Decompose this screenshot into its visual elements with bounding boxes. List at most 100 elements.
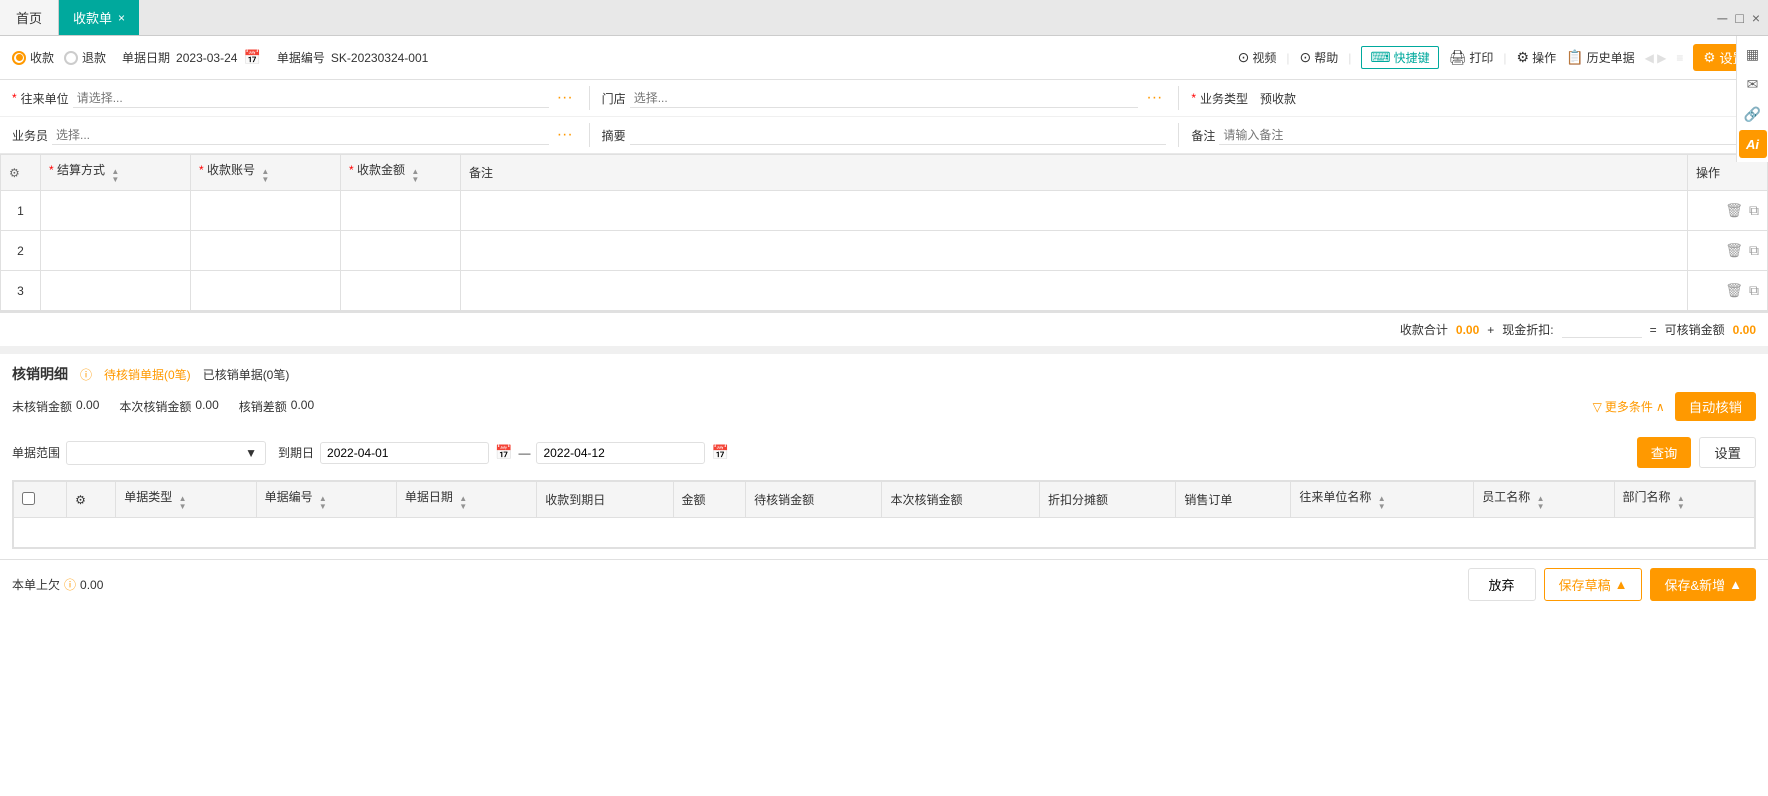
- save-dropdown-icon[interactable]: ▲: [1729, 577, 1742, 592]
- th-doc-date: 单据日期 ▲▼: [396, 482, 536, 518]
- sort-dept[interactable]: ▲▼: [1677, 495, 1685, 511]
- shop-more-btn[interactable]: ···: [1142, 89, 1166, 107]
- toolbar: 收款 退款 单据日期 2023-03-24 📅 单据编号 SK-20230324…: [0, 36, 1768, 80]
- range-label: 单据范围: [12, 444, 60, 461]
- info-icon[interactable]: ⓘ: [80, 366, 92, 383]
- dropdown-arrow-icon: ▼: [245, 446, 257, 460]
- empty-row: [14, 518, 1755, 548]
- sort-settle-icon[interactable]: ▲▼: [111, 168, 119, 184]
- sidebar-ai-icon[interactable]: Ai: [1739, 130, 1767, 158]
- staff-more-btn[interactable]: ···: [553, 126, 577, 144]
- sidebar-link-icon[interactable]: 🔗: [1739, 100, 1767, 128]
- range-select[interactable]: ▼: [66, 441, 266, 465]
- help-icon: ⊙: [1300, 49, 1312, 66]
- auto-verify-btn[interactable]: 自动核销: [1675, 392, 1756, 421]
- sort-amount-icon[interactable]: ▲▼: [411, 168, 419, 184]
- partner-more-btn[interactable]: ···: [553, 89, 577, 107]
- sort-doc-type[interactable]: ▲▼: [179, 495, 187, 511]
- date-field-group: 单据日期 2023-03-24 📅: [122, 49, 261, 66]
- info-icon-footer[interactable]: ⓘ: [64, 576, 76, 593]
- discount-input[interactable]: [1562, 322, 1642, 338]
- th-gear[interactable]: ⚙: [67, 482, 116, 518]
- footer-prev: 本单上欠 ⓘ 0.00: [12, 576, 103, 593]
- cal-from-icon[interactable]: 📅: [495, 444, 512, 461]
- result-label: 可核销金额: [1665, 321, 1725, 338]
- total-label: 收款合计: [1400, 321, 1448, 338]
- summary-input[interactable]: [630, 126, 1167, 145]
- row-2-ops: 🗑 ⧉: [1696, 242, 1759, 259]
- query-btn[interactable]: 查询: [1637, 437, 1692, 468]
- save-new-btn[interactable]: 保存&新增 ▲: [1650, 568, 1756, 601]
- close-btn[interactable]: ×: [1752, 10, 1760, 26]
- more-conditions-btn[interactable]: ▽ 更多条件 ∧: [1593, 398, 1665, 415]
- sort-doc-date[interactable]: ▲▼: [459, 495, 467, 511]
- total-value: 0.00: [1456, 323, 1479, 337]
- done-tab[interactable]: 已核销单据(0笔): [203, 366, 290, 383]
- row-3-delete-icon[interactable]: 🗑: [1725, 282, 1743, 299]
- date-picker-icon[interactable]: 📅: [243, 49, 260, 66]
- op-icon: ⚙: [1517, 49, 1530, 66]
- sort-account-icon[interactable]: ▲▼: [261, 168, 269, 184]
- toolbar-right: ⊙ 视频 | ⊙ 帮助 | ⌨ 快捷键 🖨 打印 | ⚙ 操作: [1238, 44, 1756, 71]
- radio-receipt[interactable]: 收款: [12, 49, 54, 66]
- video-btn[interactable]: ⊙ 视频: [1238, 49, 1277, 66]
- shortcut-btn[interactable]: ⌨ 快捷键: [1361, 46, 1438, 69]
- help-btn[interactable]: ⊙ 帮助: [1300, 49, 1339, 66]
- print-btn[interactable]: 🖨 打印: [1449, 49, 1494, 66]
- video-icon: ⊙: [1238, 49, 1250, 66]
- tab-home[interactable]: 首页: [0, 0, 59, 35]
- table-gear-icon[interactable]: ⚙: [9, 166, 20, 180]
- filter-row: 单据范围 ▼ 到期日 📅 — 📅 查询 设置: [12, 431, 1756, 474]
- due-label: 到期日: [278, 444, 314, 461]
- row-1-copy-icon[interactable]: ⧉: [1749, 202, 1759, 219]
- table-row: 1 🗑 ⧉: [1, 191, 1768, 231]
- sort-doc-num[interactable]: ▲▼: [319, 495, 327, 511]
- partner-input[interactable]: [73, 89, 549, 108]
- th-dept: 部门名称 ▲▼: [1614, 482, 1754, 518]
- th-sales-order: 销售订单: [1176, 482, 1291, 518]
- chevron-up-icon: ∧: [1656, 400, 1665, 414]
- bottom-table-wrap: ⚙ 单据类型 ▲▼ 单据编号 ▲▼ 单据日期 ▲▼: [12, 480, 1756, 549]
- table-setting-btn[interactable]: 设置: [1699, 437, 1756, 468]
- th-partner: 往来单位名称 ▲▼: [1291, 482, 1474, 518]
- save-draft-btn[interactable]: 保存草稿 ▲: [1544, 568, 1643, 601]
- date-to-input[interactable]: [536, 442, 705, 464]
- receipt-type-group: 收款 退款: [12, 49, 106, 66]
- abandon-btn[interactable]: 放弃: [1468, 568, 1536, 601]
- form-divider-3: [589, 123, 590, 147]
- history-btn[interactable]: 📋 历史单据: [1566, 49, 1634, 66]
- minimize-btn[interactable]: ─: [1717, 10, 1727, 26]
- cal-to-icon[interactable]: 📅: [711, 444, 728, 461]
- op-btn[interactable]: ⚙ 操作: [1517, 49, 1557, 66]
- sidebar-email-icon[interactable]: ✉: [1739, 70, 1767, 98]
- row-2-copy-icon[interactable]: ⧉: [1749, 242, 1759, 259]
- pending-tab[interactable]: 待核销单据(0笔): [104, 366, 191, 383]
- remark-input[interactable]: [1219, 126, 1756, 145]
- sidebar-table-icon[interactable]: ▦: [1739, 40, 1767, 68]
- filter-icon: ▽: [1593, 400, 1602, 414]
- row-1-delete-icon[interactable]: 🗑: [1725, 202, 1743, 219]
- date-from-input[interactable]: [320, 442, 489, 464]
- draft-dropdown-icon[interactable]: ▲: [1615, 577, 1628, 592]
- select-all-checkbox[interactable]: [22, 492, 35, 505]
- verification-stats: 未核销金额 0.00 本次核销金额 0.00 核销差额 0.00 ▽ 更多条件 …: [12, 392, 1756, 421]
- row-2-delete-icon[interactable]: 🗑: [1725, 242, 1743, 259]
- maximize-btn[interactable]: □: [1735, 10, 1743, 26]
- form-divider-1: [589, 86, 590, 110]
- shop-input[interactable]: [630, 89, 1139, 108]
- radio-refund[interactable]: 退款: [64, 49, 106, 66]
- tab-close-icon[interactable]: ×: [118, 11, 125, 25]
- row-3-copy-icon[interactable]: ⧉: [1749, 282, 1759, 299]
- th-checkbox[interactable]: [14, 482, 67, 518]
- sort-partner[interactable]: ▲▼: [1378, 495, 1386, 511]
- tab-receipt[interactable]: 收款单 ×: [59, 0, 139, 35]
- th-amount: * 收款金额 ▲▼: [341, 155, 461, 191]
- row-3-ops: 🗑 ⧉: [1696, 282, 1759, 299]
- th-settings[interactable]: ⚙: [1, 155, 41, 191]
- summary-field: 摘要: [602, 126, 1167, 145]
- unchecked-stat: 未核销金额 0.00: [12, 398, 99, 415]
- staff-input[interactable]: [52, 126, 549, 145]
- table-row: 2 🗑 ⧉: [1, 231, 1768, 271]
- sort-staff[interactable]: ▲▼: [1537, 495, 1545, 511]
- bottom-table-gear-icon[interactable]: ⚙: [75, 493, 86, 507]
